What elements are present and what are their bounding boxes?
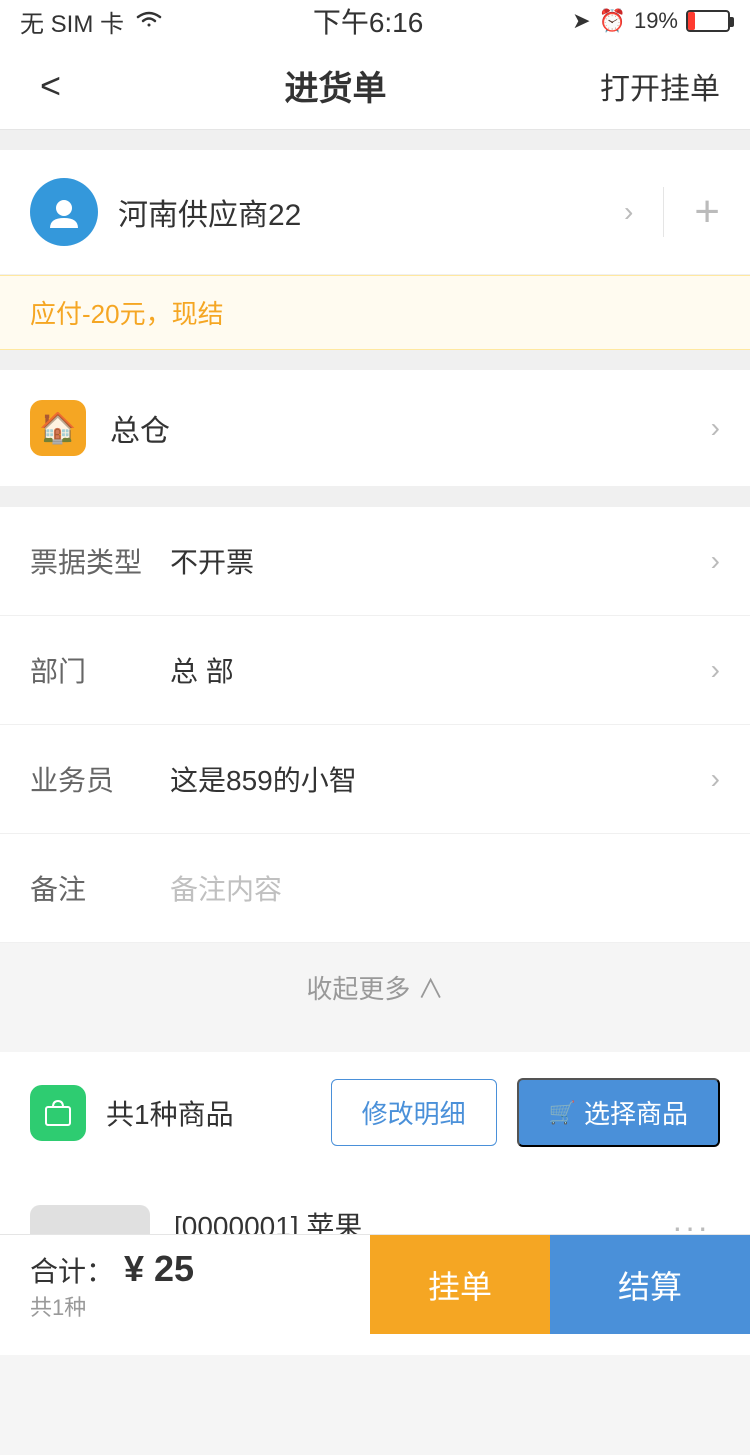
department-chevron-icon: › [711,654,720,686]
summary-count: 共1种 [30,1290,340,1322]
divider-3 [0,487,750,507]
invoice-type-chevron-icon: › [711,545,720,577]
cart-icon: 🛒 [549,1100,576,1126]
battery-icon [686,10,730,32]
nav-bar: < 进货单 打开挂单 [0,42,750,130]
salesperson-chevron-icon: › [711,763,720,795]
remark-label: 备注 [30,868,150,908]
salesperson-label: 业务员 [30,759,150,799]
products-count: 共1种商品 [106,1093,311,1133]
products-header: 共1种商品 修改明细 🛒 选择商品 [0,1052,750,1173]
warehouse-row[interactable]: 🏠 总仓 › [0,370,750,487]
divider-1 [0,130,750,150]
invoice-type-value: 不开票 [150,541,711,581]
hang-button[interactable]: 挂单 [370,1235,550,1334]
form-section: 票据类型 不开票 › 部门 总 部 › 业务员 这是859的小智 › 备注 备注… [0,507,750,943]
status-bar: 无 SIM 卡 下午6:16 ➤ ⏰ 19% [0,0,750,42]
carrier-text: 无 SIM 卡 [20,4,124,39]
total-amount: ¥ 25 [124,1248,194,1290]
open-pending-button[interactable]: 打开挂单 [600,64,720,108]
warehouse-name: 总仓 [110,406,711,450]
supplier-row[interactable]: 河南供应商22 › + [0,150,750,275]
invoice-type-row[interactable]: 票据类型 不开票 › [0,507,750,616]
department-row[interactable]: 部门 总 部 › [0,616,750,725]
salesperson-row[interactable]: 业务员 这是859的小智 › [0,725,750,834]
department-label: 部门 [30,650,150,690]
divider-2 [0,350,750,370]
add-supplier-button[interactable]: + [694,190,720,234]
department-value: 总 部 [150,650,711,690]
status-time: 下午6:16 [313,1,424,41]
modify-detail-button[interactable]: 修改明细 [331,1079,497,1146]
bottom-bar: 合计： ¥ 25 共1种 挂单 结算 [0,1234,750,1334]
remark-row[interactable]: 备注 备注内容 [0,834,750,943]
supplier-name: 河南供应商22 [118,190,624,234]
back-button[interactable]: < [30,55,71,117]
summary-area: 合计： ¥ 25 共1种 [0,1235,370,1334]
warehouse-chevron-icon: › [711,412,720,444]
battery-percentage: 19% [634,8,678,34]
location-icon: ➤ [572,8,590,34]
select-product-label: 选择商品 [584,1094,688,1131]
remark-value[interactable]: 备注内容 [150,868,720,908]
status-right: ➤ ⏰ 19% [572,8,730,34]
bottom-spacer [0,1355,750,1455]
invoice-type-label: 票据类型 [30,541,150,581]
supplier-chevron-icon: › [624,196,633,228]
collapse-toggle[interactable]: 收起更多 ∧ [0,943,750,1032]
checkout-button[interactable]: 结算 [550,1235,750,1334]
salesperson-value: 这是859的小智 [150,759,711,799]
supplier-section: 河南供应商22 › + 应付-20元，现结 [0,150,750,350]
products-icon [30,1085,86,1141]
alarm-icon: ⏰ [599,8,626,34]
total-label: 合计： [30,1250,114,1290]
page-title: 进货单 [285,61,387,110]
supplier-avatar [30,178,98,246]
warehouse-section: 🏠 总仓 › [0,370,750,487]
select-product-button[interactable]: 🛒 选择商品 [517,1078,720,1147]
warehouse-icon: 🏠 [30,400,86,456]
supplier-notice: 应付-20元，现结 [0,275,750,350]
status-left: 无 SIM 卡 [20,4,164,39]
add-btn-divider [663,187,664,237]
wifi-icon [134,7,164,36]
summary-total: 合计： ¥ 25 [30,1248,340,1290]
